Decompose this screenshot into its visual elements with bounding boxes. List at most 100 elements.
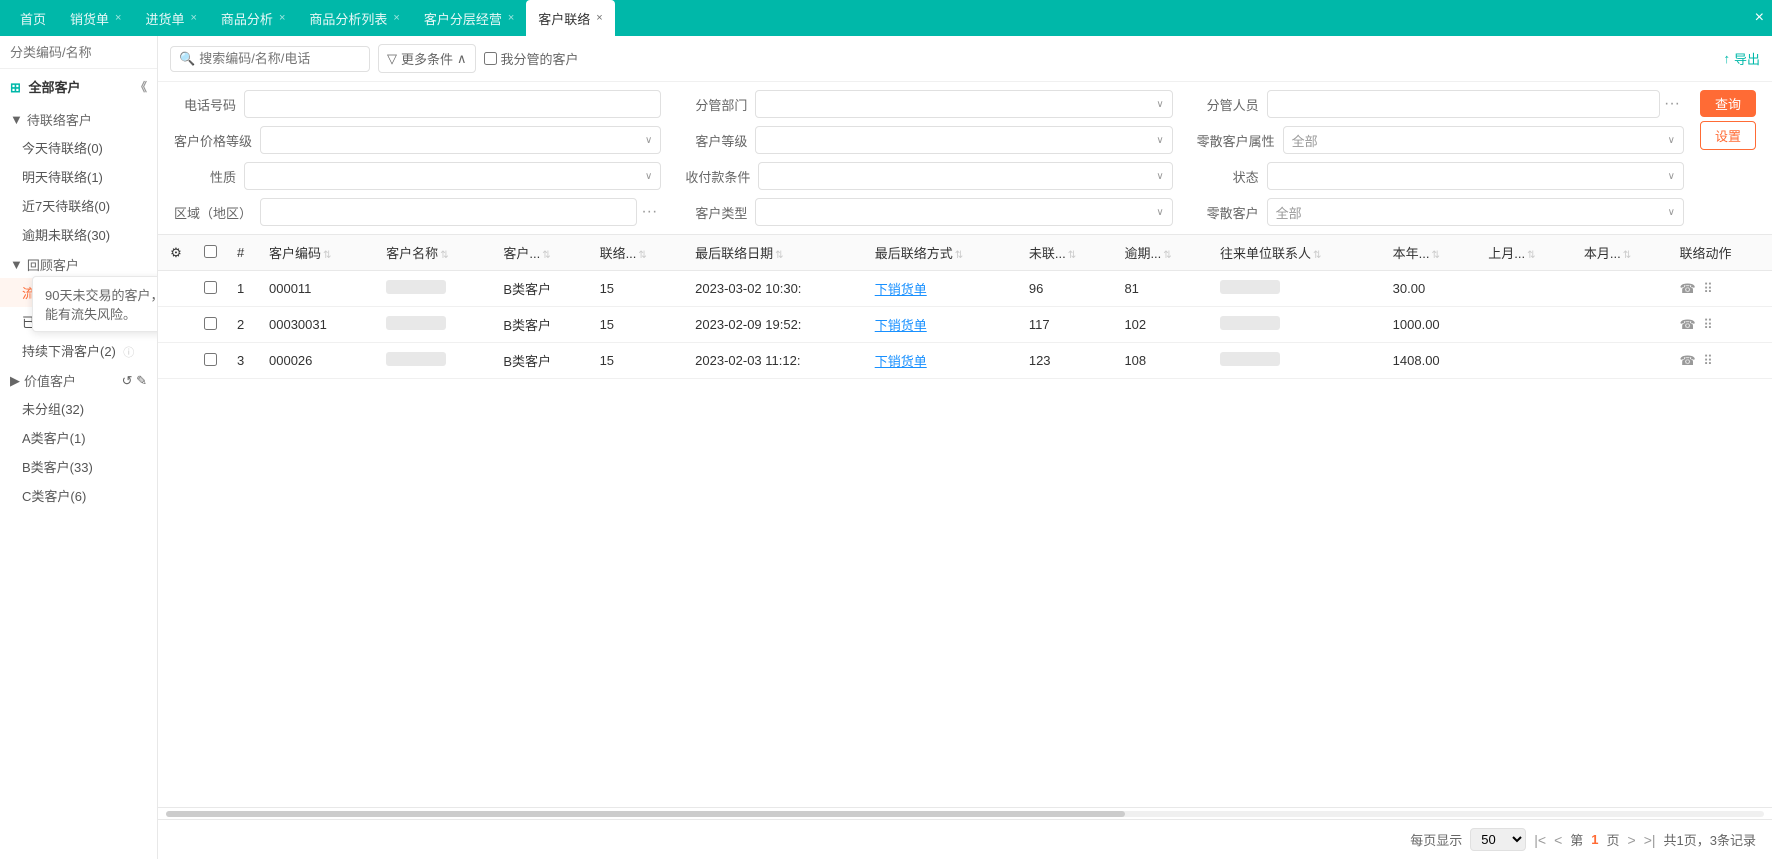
filter-row-3: 性质 ∨ 收付款条件 ∨ xyxy=(174,162,1684,190)
filter-label-status: 状态 xyxy=(1197,167,1267,186)
th-overdue[interactable]: 逾期...⇅ xyxy=(1114,235,1210,271)
row-checkbox-2[interactable] xyxy=(204,353,217,366)
td-checkbox-2[interactable] xyxy=(194,343,227,379)
table-body: 1 000011 B类客户 15 2023-03-02 10:30: 下销货单 … xyxy=(158,271,1772,379)
th-last-contact-method[interactable]: 最后联络方式⇅ xyxy=(865,235,1019,271)
th-uncontacted[interactable]: 未联...⇅ xyxy=(1019,235,1115,271)
th-checkbox[interactable] xyxy=(194,235,227,271)
th-this-year[interactable]: 本年...⇅ xyxy=(1383,235,1479,271)
per-page-select[interactable]: 50 100 xyxy=(1470,828,1526,851)
query-button[interactable]: 查询 xyxy=(1700,90,1756,117)
sidebar-item-declining[interactable]: 持续下滑客户(2) ⓘ xyxy=(0,336,157,365)
sidebar-item-overdue-contact[interactable]: 逾期未联络(30) xyxy=(0,220,157,249)
select-all-checkbox[interactable] xyxy=(204,245,217,258)
td-type-1: B类客户 xyxy=(493,307,589,343)
sidebar-group-review-customers[interactable]: ▼ 回顾客户 xyxy=(0,249,157,278)
page-nav-next[interactable]: > xyxy=(1628,832,1636,848)
my-customers-checkbox-wrap[interactable]: 我分管的客户 xyxy=(484,49,579,68)
more-conditions-button[interactable]: ▽ 更多条件 ∧ xyxy=(378,44,476,73)
td-action-2[interactable]: ☎ ⠿ xyxy=(1669,343,1772,379)
close-tab-purchase-order[interactable]: × xyxy=(190,12,196,24)
sidebar-item-today-contact[interactable]: 今天待联络(0) xyxy=(0,133,157,162)
page-nav-first[interactable]: |< xyxy=(1534,832,1546,848)
contact-icon-2[interactable]: ☎ xyxy=(1679,353,1695,368)
sidebar-item-7day-contact[interactable]: 近7天待联络(0) xyxy=(0,191,157,220)
td-overdue-1: 102 xyxy=(1114,307,1210,343)
sidebar-search-input[interactable] xyxy=(10,45,158,60)
sidebar-group-pending-contact[interactable]: ▼ 待联络客户 xyxy=(0,104,157,133)
td-last-method-1[interactable]: 下销货单 xyxy=(865,307,1019,343)
filter-select-customer-type[interactable]: ∨ xyxy=(755,198,1172,226)
tab-product-analysis[interactable]: 商品分析 × xyxy=(209,0,297,36)
sidebar-group-value-customers[interactable]: ▶ 价值客户 ↺ ✎ xyxy=(0,365,157,394)
filter-input-region[interactable] xyxy=(260,198,637,226)
more-actions-icon-0[interactable]: ⠿ xyxy=(1703,281,1713,296)
contact-icon-0[interactable]: ☎ xyxy=(1679,281,1695,296)
td-action-1[interactable]: ☎ ⠿ xyxy=(1669,307,1772,343)
filter-input-phone[interactable] xyxy=(244,90,661,118)
customer-table: ⚙ # 客户编码⇅ 客户名称⇅ 客户...⇅ 联络...⇅ 最后联络日期⇅ 最后… xyxy=(158,235,1772,379)
th-contact[interactable]: 联络...⇅ xyxy=(590,235,686,271)
settings-button[interactable]: 设置 xyxy=(1700,121,1756,150)
filter-select-scattered[interactable]: 全部∨ xyxy=(1267,198,1684,226)
th-gear[interactable]: ⚙ xyxy=(158,235,194,271)
th-last-month[interactable]: 上月...⇅ xyxy=(1478,235,1574,271)
page-nav-prev[interactable]: < xyxy=(1554,832,1562,848)
filter-select-payment[interactable]: ∨ xyxy=(758,162,1172,190)
main-search-input[interactable] xyxy=(199,51,359,66)
export-button[interactable]: ↑ 导出 xyxy=(1723,49,1760,68)
th-type[interactable]: 客户...⇅ xyxy=(493,235,589,271)
filter-select-nature[interactable]: ∨ xyxy=(244,162,661,190)
th-code[interactable]: 客户编码⇅ xyxy=(259,235,376,271)
tab-customer-tier[interactable]: 客户分层经营 × xyxy=(412,0,526,36)
page-nav-last[interactable]: >| xyxy=(1644,832,1656,848)
row-checkbox-1[interactable] xyxy=(204,317,217,330)
filter-select-scattered-attr[interactable]: 全部∨ xyxy=(1283,126,1684,154)
sidebar-item-b-customers[interactable]: B类客户(33) xyxy=(0,452,157,481)
tab-sales-order[interactable]: 销货单 × xyxy=(58,0,133,36)
contact-icon-1[interactable]: ☎ xyxy=(1679,317,1695,332)
th-this-month[interactable]: 本月...⇅ xyxy=(1574,235,1670,271)
td-last-method-2[interactable]: 下销货单 xyxy=(865,343,1019,379)
sidebar-item-ungrouped[interactable]: 未分组(32) xyxy=(0,394,157,423)
filter-select-dept[interactable]: ∨ xyxy=(755,90,1172,118)
td-action-0[interactable]: ☎ ⠿ xyxy=(1669,271,1772,307)
more-actions-icon-2[interactable]: ⠿ xyxy=(1703,353,1713,368)
th-unit-contact[interactable]: 往来单位联系人⇅ xyxy=(1210,235,1383,271)
person-more-icon[interactable]: ··· xyxy=(1660,95,1684,113)
td-last-month-0 xyxy=(1478,271,1574,307)
th-action: 联络动作 xyxy=(1669,235,1772,271)
region-more-icon[interactable]: ··· xyxy=(637,203,661,221)
close-tab-product-analysis-list[interactable]: × xyxy=(393,12,399,24)
td-gear-0 xyxy=(158,271,194,307)
sidebar-item-c-customers[interactable]: C类客户(6) xyxy=(0,481,157,510)
filter-input-person[interactable] xyxy=(1267,90,1660,118)
close-tab-customer-contact[interactable]: × xyxy=(596,12,602,24)
td-last-method-0[interactable]: 下销货单 xyxy=(865,271,1019,307)
sidebar-all-customers[interactable]: ⊞ 全部客户 《 xyxy=(0,69,157,104)
close-tab-sales-order[interactable]: × xyxy=(115,12,121,24)
window-close-button[interactable]: × xyxy=(1755,9,1764,27)
td-checkbox-1[interactable] xyxy=(194,307,227,343)
tab-customer-contact[interactable]: 客户联络 × xyxy=(526,0,614,36)
sidebar-item-tomorrow-contact[interactable]: 明天待联络(1) xyxy=(0,162,157,191)
my-customers-checkbox[interactable] xyxy=(484,52,497,65)
more-actions-icon-1[interactable]: ⠿ xyxy=(1703,317,1713,332)
sidebar-item-a-customers[interactable]: A类客户(1) xyxy=(0,423,157,452)
th-last-contact-date[interactable]: 最后联络日期⇅ xyxy=(685,235,865,271)
row-checkbox-0[interactable] xyxy=(204,281,217,294)
filter-select-price-level[interactable]: ∨ xyxy=(260,126,661,154)
td-checkbox-0[interactable] xyxy=(194,271,227,307)
horizontal-scrollbar[interactable] xyxy=(158,807,1772,819)
tab-product-analysis-list[interactable]: 商品分析列表 × xyxy=(297,0,411,36)
filter-select-customer-level[interactable]: ∨ xyxy=(755,126,1172,154)
filter-select-status[interactable]: ∨ xyxy=(1267,162,1684,190)
tab-home[interactable]: 首页 xyxy=(8,0,58,36)
scrollbar-thumb[interactable] xyxy=(166,811,1125,817)
close-tab-product-analysis[interactable]: × xyxy=(279,12,285,24)
td-code-1: 00030031 xyxy=(259,307,376,343)
scrollbar-track[interactable] xyxy=(166,811,1764,817)
tab-purchase-order[interactable]: 进货单 × xyxy=(133,0,208,36)
th-name[interactable]: 客户名称⇅ xyxy=(376,235,493,271)
close-tab-customer-tier[interactable]: × xyxy=(508,12,514,24)
